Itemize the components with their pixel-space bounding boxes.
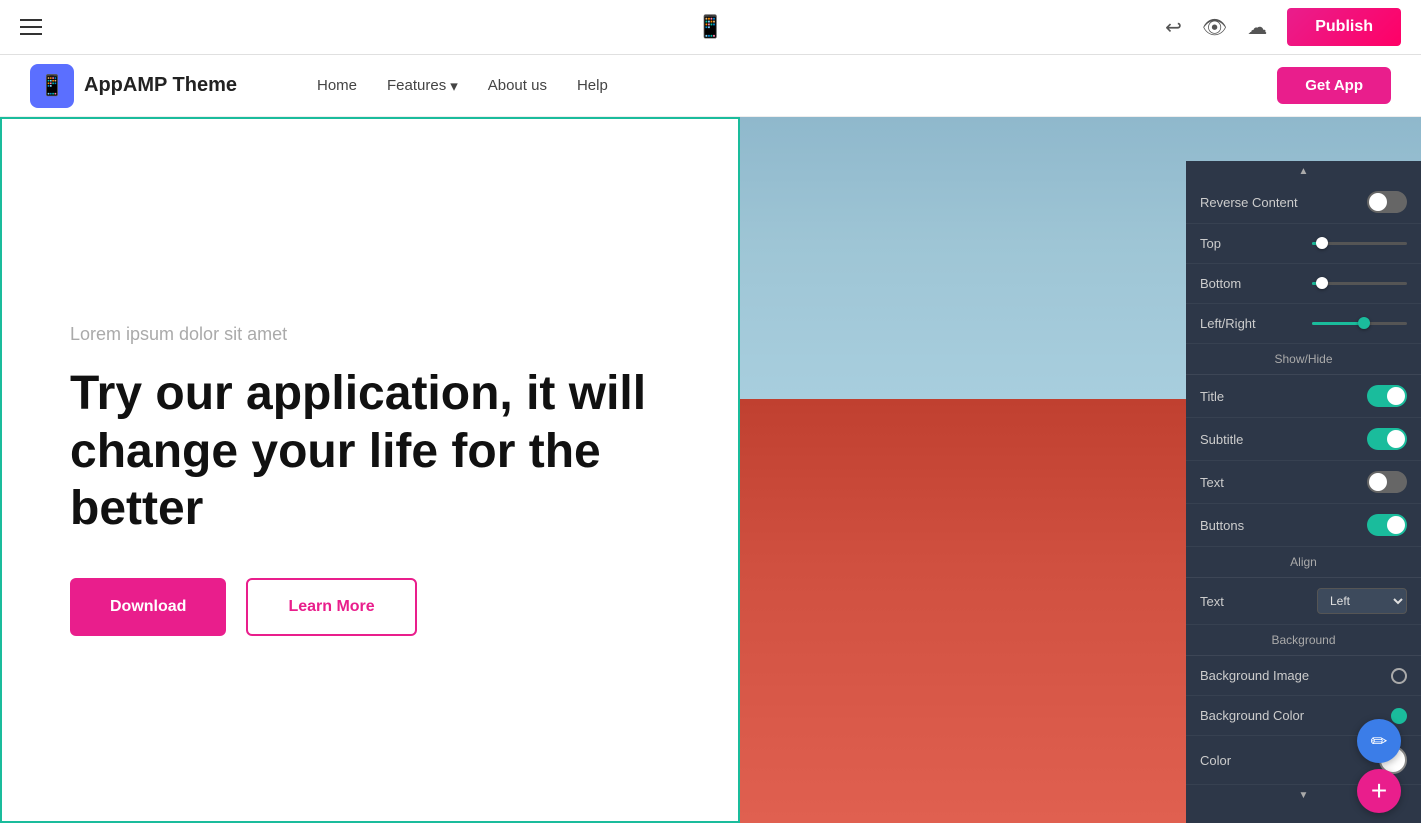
edit-fab[interactable]: ✏ bbox=[1357, 719, 1401, 763]
download-button[interactable]: Download bbox=[70, 578, 226, 636]
subtitle-toggle-row: Subtitle bbox=[1186, 418, 1421, 461]
learn-more-button[interactable]: Learn More bbox=[246, 578, 416, 636]
toolbar-left bbox=[20, 19, 42, 35]
bg-image-row: Background Image bbox=[1186, 656, 1421, 696]
hero-buttons: Download Learn More bbox=[70, 578, 680, 636]
leftright-slider[interactable] bbox=[1312, 322, 1407, 325]
bg-image-radio[interactable] bbox=[1391, 668, 1407, 684]
text-align-label: Text bbox=[1200, 594, 1224, 609]
bg-color-label: Background Color bbox=[1200, 708, 1304, 723]
nav-bar: 📱 AppAMP Theme Home Features ▾ About us … bbox=[0, 55, 1421, 117]
scroll-up-indicator[interactable]: ▲ bbox=[1186, 161, 1421, 181]
hero-section: Lorem ipsum dolor sit amet Try our appli… bbox=[0, 117, 1421, 823]
nav-logo: 📱 AppAMP Theme bbox=[30, 64, 237, 108]
eye-icon[interactable]: 👁 bbox=[1202, 15, 1227, 40]
logo-text: AppAMP Theme bbox=[84, 74, 237, 97]
color-label: Color bbox=[1200, 753, 1231, 768]
top-slider[interactable] bbox=[1312, 242, 1407, 245]
text-toggle-label: Text bbox=[1200, 475, 1224, 490]
toolbar-right: ↩ 👁 ☁ Publish bbox=[1165, 8, 1401, 46]
align-title: Align bbox=[1186, 547, 1421, 578]
cloud-icon[interactable]: ☁ bbox=[1247, 15, 1267, 40]
reverse-content-toggle[interactable] bbox=[1367, 191, 1407, 213]
add-fab[interactable]: + bbox=[1357, 769, 1401, 813]
chevron-down-icon: ▾ bbox=[450, 77, 458, 95]
buttons-toggle-label: Buttons bbox=[1200, 518, 1244, 533]
reverse-content-label: Reverse Content bbox=[1200, 195, 1298, 210]
top-row: Top bbox=[1186, 224, 1421, 264]
top-toolbar: 📱 ↩ 👁 ☁ Publish bbox=[0, 0, 1421, 55]
toolbar-center: 📱 bbox=[697, 14, 724, 40]
show-hide-title: Show/Hide bbox=[1186, 344, 1421, 375]
nav-links: Home Features ▾ About us Help bbox=[317, 77, 608, 95]
reverse-content-row: Reverse Content bbox=[1186, 181, 1421, 224]
buttons-toggle-row: Buttons bbox=[1186, 504, 1421, 547]
bottom-slider[interactable] bbox=[1312, 282, 1407, 285]
buttons-toggle[interactable] bbox=[1367, 514, 1407, 536]
subtitle-toggle-label: Subtitle bbox=[1200, 432, 1243, 447]
text-align-row: Text Left Center Right bbox=[1186, 578, 1421, 625]
hero-title: Try our application, it will change your… bbox=[70, 365, 680, 538]
hero-right: ↕ ⬇ </> ⚙ 🗑 ▲ Reverse Content bbox=[740, 117, 1421, 823]
bg-color-radio[interactable] bbox=[1391, 708, 1407, 724]
bg-image-label: Background Image bbox=[1200, 668, 1309, 683]
title-toggle-row: Title bbox=[1186, 375, 1421, 418]
text-toggle[interactable] bbox=[1367, 471, 1407, 493]
text-align-select[interactable]: Left Center Right bbox=[1317, 588, 1407, 614]
get-app-button[interactable]: Get App bbox=[1277, 67, 1391, 104]
leftright-label: Left/Right bbox=[1200, 316, 1256, 331]
hero-left: Lorem ipsum dolor sit amet Try our appli… bbox=[0, 117, 740, 823]
subtitle-toggle[interactable] bbox=[1367, 428, 1407, 450]
hero-subtitle: Lorem ipsum dolor sit amet bbox=[70, 324, 680, 345]
bottom-row: Bottom bbox=[1186, 264, 1421, 304]
publish-button[interactable]: Publish bbox=[1287, 8, 1401, 46]
title-toggle[interactable] bbox=[1367, 385, 1407, 407]
leftright-row: Left/Right bbox=[1186, 304, 1421, 344]
text-toggle-row: Text bbox=[1186, 461, 1421, 504]
nav-link-home[interactable]: Home bbox=[317, 77, 357, 94]
logo-icon: 📱 bbox=[30, 64, 74, 108]
hamburger-icon[interactable] bbox=[20, 19, 42, 35]
undo-icon[interactable]: ↩ bbox=[1165, 15, 1182, 40]
nav-link-about[interactable]: About us bbox=[488, 77, 547, 94]
top-label: Top bbox=[1200, 236, 1221, 251]
phone-icon[interactable]: 📱 bbox=[697, 14, 724, 40]
nav-link-help[interactable]: Help bbox=[577, 77, 608, 94]
nav-link-features[interactable]: Features ▾ bbox=[387, 77, 458, 95]
background-title: Background bbox=[1186, 625, 1421, 656]
bottom-label: Bottom bbox=[1200, 276, 1241, 291]
page-area: 📱 AppAMP Theme Home Features ▾ About us … bbox=[0, 55, 1421, 823]
title-toggle-label: Title bbox=[1200, 389, 1224, 404]
